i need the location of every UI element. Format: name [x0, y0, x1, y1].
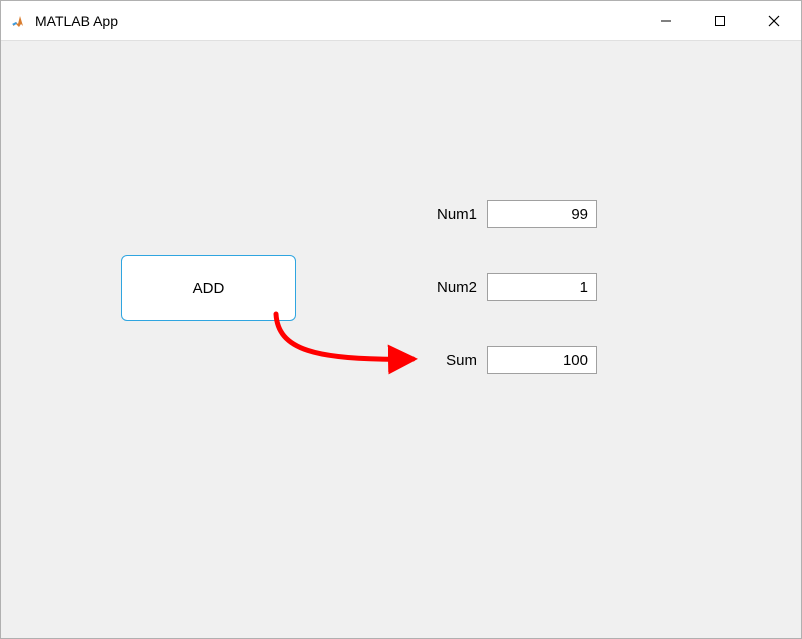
maximize-button[interactable] — [693, 1, 747, 41]
matlab-icon — [11, 13, 27, 29]
titlebar: MATLAB App — [1, 1, 801, 41]
content-area: ADD Num1 Num2 Sum — [1, 41, 801, 638]
close-button[interactable] — [747, 1, 801, 41]
num2-input[interactable] — [487, 273, 597, 301]
sum-label: Sum — [417, 352, 477, 369]
sum-row: Sum — [417, 346, 597, 374]
minimize-button[interactable] — [639, 1, 693, 41]
num1-row: Num1 — [417, 200, 597, 228]
window-controls — [639, 1, 801, 41]
window-title: MATLAB App — [35, 13, 118, 29]
num2-row: Num2 — [417, 273, 597, 301]
num2-label: Num2 — [417, 279, 477, 296]
num1-label: Num1 — [417, 206, 477, 223]
sum-input[interactable] — [487, 346, 597, 374]
num1-input[interactable] — [487, 200, 597, 228]
add-button[interactable]: ADD — [121, 255, 296, 321]
app-window: MATLAB App ADD Num1 Num2 Sum — [0, 0, 802, 639]
